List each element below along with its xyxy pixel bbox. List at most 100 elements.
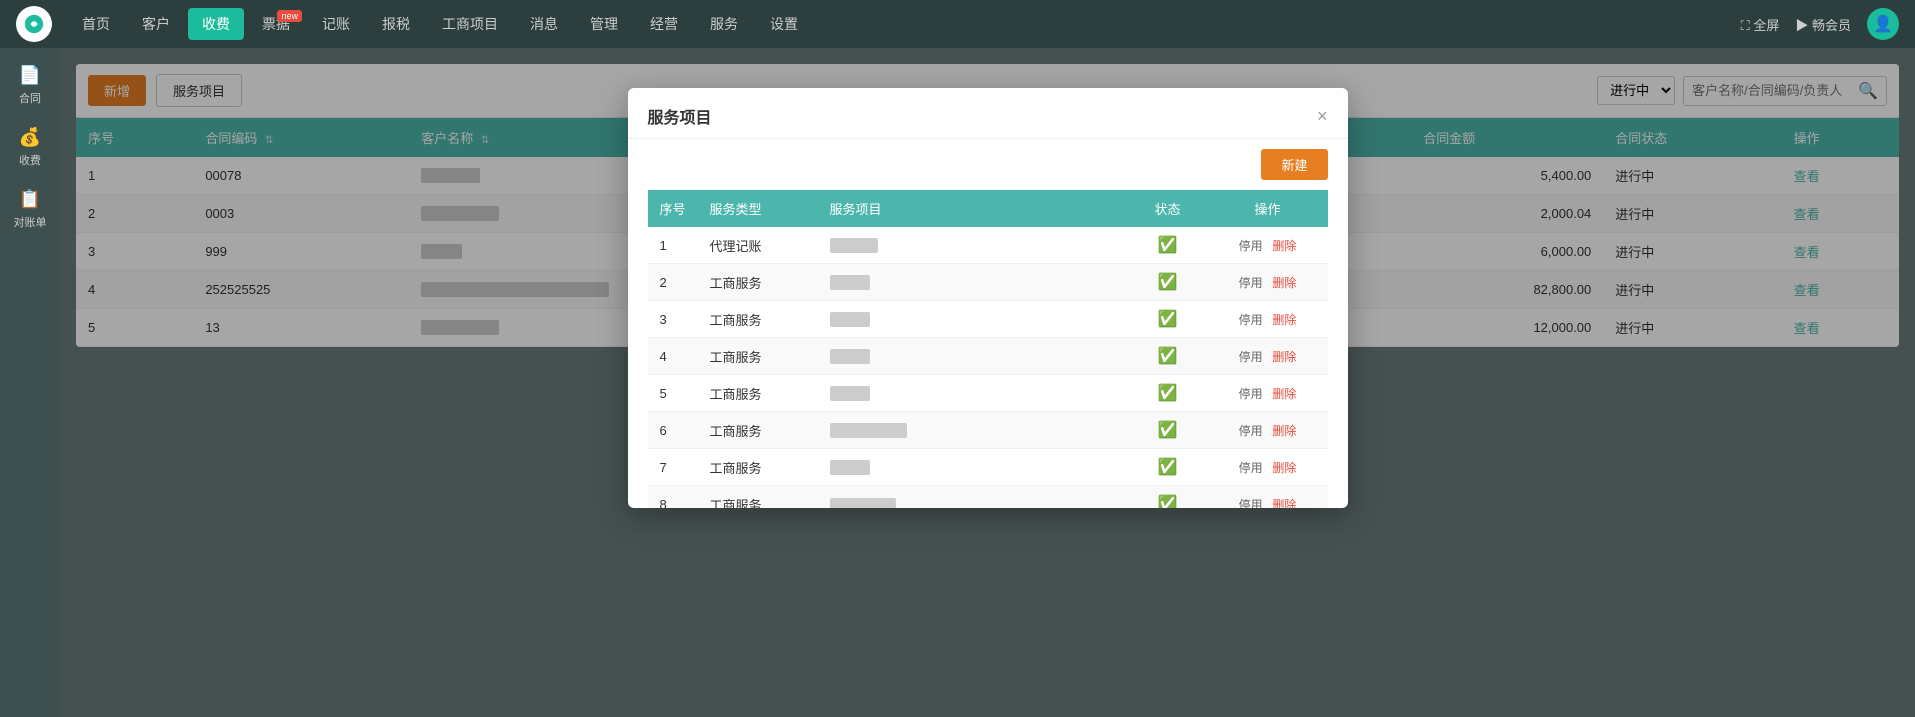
dlg-cell-actions: 停用 删除 <box>1208 412 1328 449</box>
dlg-cell-type: 工商服务 <box>698 412 818 449</box>
nav-item-settings[interactable]: 设置 <box>756 8 812 40</box>
delete-button[interactable]: 删除 <box>1272 498 1296 509</box>
dlg-cell-item: ████1 <box>818 227 1128 264</box>
dlg-cell-item: ████注册 <box>818 486 1128 509</box>
delete-button[interactable]: 删除 <box>1272 276 1296 290</box>
dlg-col-action: 操作 <box>1208 190 1328 227</box>
nav-item-business[interactable]: 经营 <box>636 8 692 40</box>
dlg-cell-status: ✅ <box>1128 449 1208 486</box>
dialog-table-row: 3 工商服务 ████ ✅ 停用 删除 <box>648 301 1328 338</box>
delete-button[interactable]: 删除 <box>1272 350 1296 364</box>
dlg-cell-type: 工商服务 <box>698 449 818 486</box>
fee-icon: 💰 <box>19 126 41 148</box>
status-check-icon: ✅ <box>1158 311 1178 328</box>
dlg-cell-item: ████ <box>818 301 1128 338</box>
delete-button[interactable]: 删除 <box>1272 313 1296 327</box>
dlg-cell-item: ████████ <box>818 412 1128 449</box>
create-button[interactable]: 新建 <box>1261 149 1327 180</box>
dlg-cell-actions: 停用 删除 <box>1208 301 1328 338</box>
top-nav-right: ⛶ 全屏 ▶ 畅会员 👤 <box>1741 8 1899 40</box>
main-layout: 📄 合同 💰 收费 📋 对账单 新增 服务项目 进行中 全部 已终止 <box>0 48 1915 717</box>
delete-button[interactable]: 删除 <box>1272 387 1296 401</box>
nav-item-fee[interactable]: 收费 <box>188 8 244 40</box>
status-check-icon: ✅ <box>1158 422 1178 439</box>
dlg-cell-seq: 1 <box>648 227 698 264</box>
dialog-header: 服务项目 × <box>628 88 1348 139</box>
fullscreen-btn[interactable]: ⛶ 全屏 <box>1741 15 1780 34</box>
dialog-title: 服务项目 <box>648 104 712 128</box>
dlg-cell-actions: 停用 删除 <box>1208 449 1328 486</box>
dlg-cell-type: 工商服务 <box>698 264 818 301</box>
status-check-icon: ✅ <box>1158 348 1178 365</box>
dlg-cell-seq: 2 <box>648 264 698 301</box>
dlg-cell-item: ████ <box>818 375 1128 412</box>
dlg-cell-type: 工商服务 <box>698 375 818 412</box>
status-check-icon: ✅ <box>1158 237 1178 254</box>
dlg-cell-actions: 停用 删除 <box>1208 486 1328 509</box>
dlg-cell-item: ████ <box>818 449 1128 486</box>
status-check-icon: ✅ <box>1158 496 1178 508</box>
dlg-col-seq: 序号 <box>648 190 698 227</box>
app-logo <box>16 6 52 42</box>
dlg-cell-status: ✅ <box>1128 264 1208 301</box>
dlg-cell-item: ████ <box>818 264 1128 301</box>
dlg-col-status: 状态 <box>1128 190 1208 227</box>
new-badge: new <box>277 10 302 22</box>
nav-item-client[interactable]: 客户 <box>128 8 184 40</box>
disable-button[interactable]: 停用 <box>1239 461 1263 475</box>
nav-item-industry[interactable]: 工商项目 <box>428 8 512 40</box>
service-dialog: 服务项目 × 新建 序号 服务类型 服务项目 状态 <box>628 88 1348 508</box>
member-btn[interactable]: ▶ 畅会员 <box>1795 15 1851 34</box>
nav-item-service[interactable]: 服务 <box>696 8 752 40</box>
avatar[interactable]: 👤 <box>1867 8 1899 40</box>
disable-button[interactable]: 停用 <box>1239 387 1263 401</box>
disable-button[interactable]: 停用 <box>1239 498 1263 509</box>
dlg-cell-type: 工商服务 <box>698 486 818 509</box>
nav-item-manage[interactable]: 管理 <box>576 8 632 40</box>
dlg-cell-actions: 停用 删除 <box>1208 338 1328 375</box>
dlg-cell-actions: 停用 删除 <box>1208 227 1328 264</box>
nav-item-message[interactable]: 消息 <box>516 8 572 40</box>
disable-button[interactable]: 停用 <box>1239 424 1263 438</box>
dlg-col-item: 服务项目 <box>818 190 1128 227</box>
dlg-cell-type: 工商服务 <box>698 301 818 338</box>
nav-item-tax[interactable]: 报税 <box>368 8 424 40</box>
dialog-table-row: 5 工商服务 ████ ✅ 停用 删除 <box>648 375 1328 412</box>
dlg-cell-type: 代理记账 <box>698 227 818 264</box>
dlg-cell-type: 工商服务 <box>698 338 818 375</box>
disable-button[interactable]: 停用 <box>1239 350 1263 364</box>
dialog-table: 序号 服务类型 服务项目 状态 操作 1 代理记账 ████1 ✅ 停用 删除 … <box>648 190 1328 508</box>
dialog-table-row: 4 工商服务 ████ ✅ 停用 删除 <box>648 338 1328 375</box>
sidebar-item-statement[interactable]: 📋 对账单 <box>4 180 56 238</box>
disable-button[interactable]: 停用 <box>1239 239 1263 253</box>
dlg-cell-seq: 7 <box>648 449 698 486</box>
dialog-table-row: 8 工商服务 ████注册 ✅ 停用 删除 <box>648 486 1328 509</box>
dlg-cell-seq: 3 <box>648 301 698 338</box>
sidebar-item-fee[interactable]: 💰 收费 <box>4 118 56 176</box>
disable-button[interactable]: 停用 <box>1239 276 1263 290</box>
status-check-icon: ✅ <box>1158 385 1178 402</box>
dialog-body[interactable]: 序号 服务类型 服务项目 状态 操作 1 代理记账 ████1 ✅ 停用 删除 … <box>628 190 1348 508</box>
dlg-cell-actions: 停用 删除 <box>1208 375 1328 412</box>
delete-button[interactable]: 删除 <box>1272 239 1296 253</box>
dialog-toolbar: 新建 <box>628 139 1348 190</box>
delete-button[interactable]: 删除 <box>1272 424 1296 438</box>
dlg-col-type: 服务类型 <box>698 190 818 227</box>
disable-button[interactable]: 停用 <box>1239 313 1263 327</box>
dlg-cell-status: ✅ <box>1128 486 1208 509</box>
dlg-cell-status: ✅ <box>1128 227 1208 264</box>
dlg-cell-seq: 6 <box>648 412 698 449</box>
delete-button[interactable]: 删除 <box>1272 461 1296 475</box>
dialog-table-row: 6 工商服务 ████████ ✅ 停用 删除 <box>648 412 1328 449</box>
dlg-cell-item: ████ <box>818 338 1128 375</box>
nav-item-accounting[interactable]: 记账 <box>308 8 364 40</box>
dlg-cell-status: ✅ <box>1128 375 1208 412</box>
contract-icon: 📄 <box>19 64 41 86</box>
nav-item-ticket[interactable]: 票据 new <box>248 8 304 40</box>
dlg-cell-status: ✅ <box>1128 412 1208 449</box>
nav-item-home[interactable]: 首页 <box>68 8 124 40</box>
close-button[interactable]: × <box>1317 107 1328 125</box>
dlg-cell-status: ✅ <box>1128 301 1208 338</box>
overlay: 服务项目 × 新建 序号 服务类型 服务项目 状态 <box>60 48 1915 717</box>
sidebar-item-contract[interactable]: 📄 合同 <box>4 56 56 114</box>
